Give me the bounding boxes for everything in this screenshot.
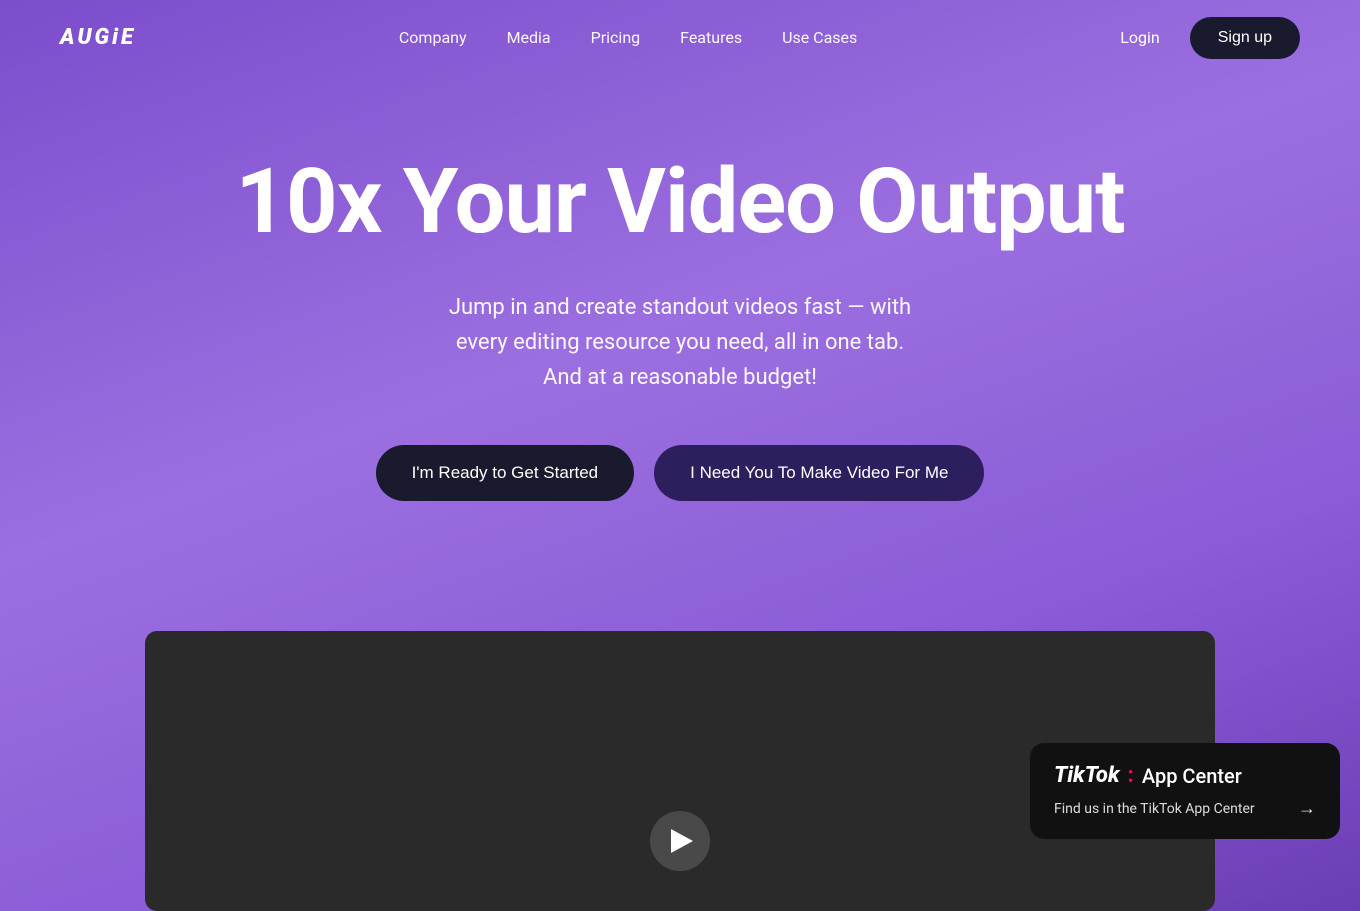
hero-subtitle: Jump in and create standout videos fast … [60,290,1300,396]
nav-item-pricing[interactable]: Pricing [591,28,641,47]
nav-links: Company Media Pricing Features Use Cases [399,28,857,47]
signup-button[interactable]: Sign up [1190,17,1300,59]
tiktok-arrow-icon: → [1298,798,1316,819]
nav-item-features[interactable]: Features [680,28,742,47]
nav-item-use-cases[interactable]: Use Cases [782,28,857,47]
nav-item-media[interactable]: Media [507,28,551,47]
play-icon[interactable] [650,811,710,871]
logo: AUGiE [60,25,136,50]
tiktok-logo: TikTok [1054,763,1119,788]
tiktok-link[interactable]: Find us in the TikTok App Center → [1054,798,1316,819]
hero-title: 10x Your Video Output [60,155,1300,250]
hero-section: 10x Your Video Output Jump in and create… [0,75,1360,631]
hero-buttons: I'm Ready to Get Started I Need You To M… [60,445,1300,501]
hero-subtitle-line1: Jump in and create standout videos fast … [449,295,911,320]
make-video-button[interactable]: I Need You To Make Video For Me [654,445,984,501]
tiktok-banner: TikTok : App Center Find us in the TikTo… [1030,743,1340,839]
tiktok-colon: : [1127,763,1133,788]
tiktok-find-text: Find us in the TikTok App Center [1054,801,1255,817]
login-link[interactable]: Login [1120,28,1159,47]
nav-actions: Login Sign up [1120,17,1300,59]
hero-subtitle-line2: every editing resource you need, all in … [456,330,904,355]
get-started-button[interactable]: I'm Ready to Get Started [376,445,635,501]
nav-item-company[interactable]: Company [399,28,467,47]
navbar: AUGiE Company Media Pricing Features Use… [0,0,1360,75]
tiktok-header: TikTok : App Center [1054,763,1316,788]
tiktok-app-center-label: App Center [1142,764,1242,788]
hero-subtitle-line3: And at a reasonable budget! [543,365,817,390]
